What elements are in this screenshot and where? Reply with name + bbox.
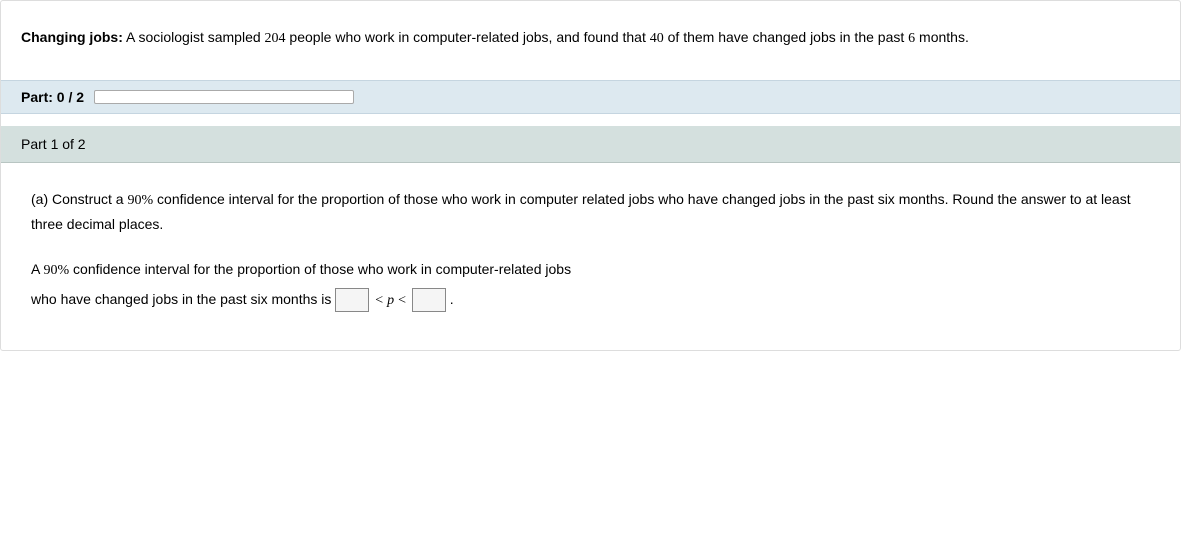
upper-bound-input[interactable] [412, 288, 446, 312]
part-1-question: (a) Construct a 90% confidence interval … [31, 188, 1150, 237]
qa-prefix: (a) Construct a [31, 191, 127, 207]
ans-period: . [446, 291, 454, 307]
intro-title: Changing jobs: [21, 29, 123, 45]
intro-changed-count: 40 [650, 31, 664, 46]
question-intro: Changing jobs: A sociologist sampled 204… [1, 1, 1180, 80]
qa-text-1: confidence interval for the proportion o… [31, 191, 1131, 232]
part-1-header: Part 1 of 2 [1, 126, 1180, 163]
progress-total: 2 [76, 89, 84, 105]
lower-bound-input[interactable] [335, 288, 369, 312]
part-1-header-label: Part 1 of 2 [21, 136, 86, 152]
intro-text-4: months. [915, 29, 969, 45]
progress-sep: / [65, 89, 77, 105]
question-container: Changing jobs: A sociologist sampled 204… [0, 0, 1181, 351]
progress-prefix: Part: [21, 89, 57, 105]
qa-confidence: 90% [127, 193, 153, 208]
part-1-answer: A 90% confidence interval for the propor… [31, 255, 1150, 315]
ans-text-2: who have changed jobs in the past six mo… [31, 291, 335, 307]
less-than-1: < [373, 293, 385, 308]
part-1-body: (a) Construct a 90% confidence interval … [1, 163, 1180, 350]
intro-text-2: people who work in computer-related jobs… [286, 29, 650, 45]
intro-text-1: A sociologist sampled [123, 29, 265, 45]
part-progress-label: Part: 0 / 2 [21, 89, 84, 105]
intro-sample-size: 204 [265, 31, 286, 46]
intro-text-3: of them have changed jobs in the past [664, 29, 908, 45]
progress-track [94, 90, 354, 104]
less-than-2: < [396, 293, 408, 308]
p-variable: p [385, 293, 396, 308]
part-progress-bar: Part: 0 / 2 [1, 80, 1180, 114]
ans-confidence: 90% [43, 263, 69, 278]
ans-text-1: confidence interval for the proportion o… [69, 261, 571, 277]
progress-current: 0 [57, 89, 65, 105]
ans-prefix: A [31, 261, 43, 277]
